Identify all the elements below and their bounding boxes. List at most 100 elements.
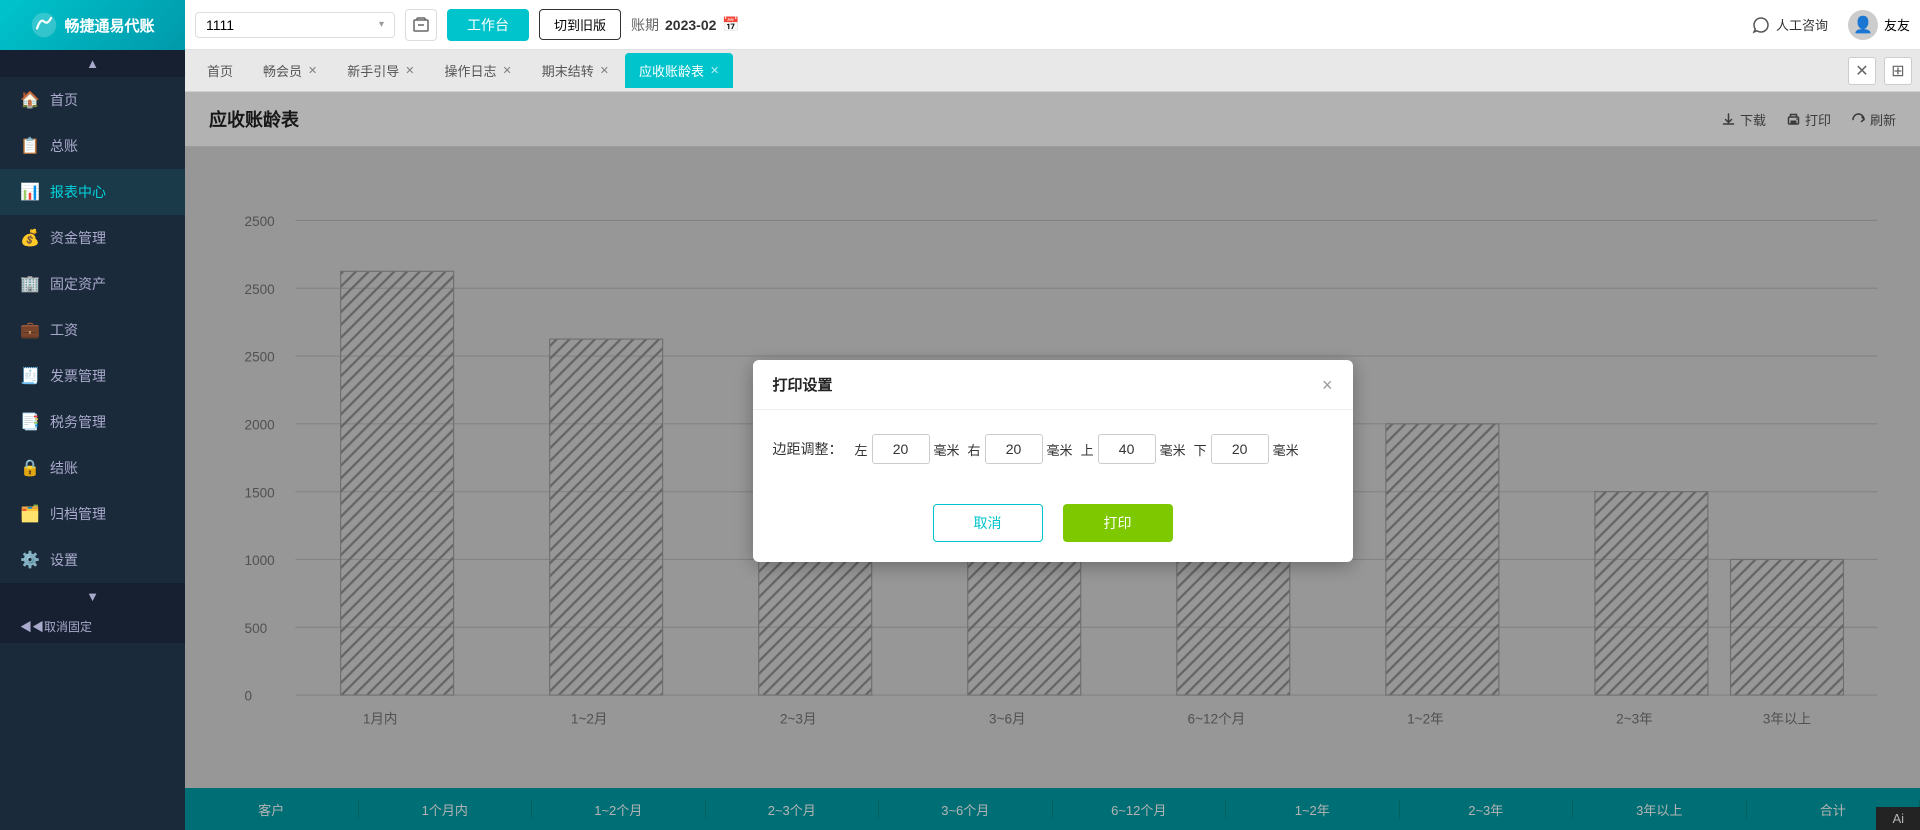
sidebar-label-funds: 资金管理 xyxy=(50,228,106,248)
right-label: 右 xyxy=(968,440,981,459)
tax-icon: 📑 xyxy=(20,412,40,432)
sidebar-label-archive: 归档管理 xyxy=(50,504,106,524)
tab-oplog[interactable]: 操作日志 ✕ xyxy=(430,53,525,88)
tab-guide[interactable]: 新手引导 ✕ xyxy=(333,53,428,88)
right-unit: 毫米 xyxy=(1047,440,1073,459)
calendar-icon[interactable]: 📅 xyxy=(722,16,739,33)
invoice-icon: 🧾 xyxy=(20,366,40,386)
tab-guide-label: 新手引导 xyxy=(347,61,399,80)
tab-ar-aging[interactable]: 应收账龄表 ✕ xyxy=(625,53,733,88)
dialog-header: 打印设置 × xyxy=(753,360,1353,410)
sidebar-label-payroll: 工资 xyxy=(50,320,78,340)
right-margin-group: 右 毫米 xyxy=(968,434,1073,464)
consult-button[interactable]: 人工咨询 xyxy=(1752,15,1828,34)
tab-ar-aging-close[interactable]: ✕ xyxy=(710,64,719,77)
tab-expand-button[interactable]: ⊞ xyxy=(1884,57,1912,85)
period-value: 2023-02 xyxy=(665,17,716,33)
page-content: 应收账龄表 下载 xyxy=(185,92,1920,830)
left-margin-group: 左 毫米 xyxy=(855,434,960,464)
sidebar-collapse-button[interactable]: ◀◀取消固定 xyxy=(0,610,185,643)
sidebar-item-payroll[interactable]: 💼 工资 xyxy=(0,307,185,353)
tab-home-label: 首页 xyxy=(207,61,233,80)
reports-icon: 📊 xyxy=(20,182,40,202)
sidebar-item-tax[interactable]: 📑 税务管理 xyxy=(0,399,185,445)
sidebar-item-home[interactable]: 🏠 首页 xyxy=(0,77,185,123)
workbench-button[interactable]: 工作台 xyxy=(447,9,529,41)
bottom-margin-input[interactable] xyxy=(1211,434,1269,464)
dialog-overlay: 打印设置 × 边距调整： 左 毫米 右 xyxy=(185,92,1920,830)
sidebar-item-funds[interactable]: 💰 资金管理 xyxy=(0,215,185,261)
scroll-down-button[interactable]: ▼ xyxy=(0,583,185,610)
tab-oplog-close[interactable]: ✕ xyxy=(503,64,512,77)
company-name: 1111 xyxy=(206,17,371,33)
tab-home[interactable]: 首页 xyxy=(193,53,247,88)
sidebar-item-invoice[interactable]: 🧾 发票管理 xyxy=(0,353,185,399)
tab-period-end-close[interactable]: ✕ xyxy=(600,64,609,77)
assets-icon: 🏢 xyxy=(20,274,40,294)
top-margin-input[interactable] xyxy=(1098,434,1156,464)
tab-period-end[interactable]: 期末结转 ✕ xyxy=(528,53,623,88)
tab-member-label: 畅会员 xyxy=(263,61,302,80)
sidebar-label-home: 首页 xyxy=(50,90,78,110)
settings-icon: ⚙️ xyxy=(20,550,40,570)
payroll-icon: 💼 xyxy=(20,320,40,340)
margin-label: 边距调整： xyxy=(773,439,843,459)
funds-icon: 💰 xyxy=(20,228,40,248)
archive-sidebar-icon: 🗂️ xyxy=(20,504,40,524)
dialog-close-button[interactable]: × xyxy=(1322,376,1333,394)
closing-icon: 🔒 xyxy=(20,458,40,478)
tab-period-end-label: 期末结转 xyxy=(542,61,594,80)
logo: 畅捷通易代账 xyxy=(0,0,185,50)
top-unit: 毫米 xyxy=(1160,440,1186,459)
sidebar-item-closing[interactable]: 🔒 结账 xyxy=(0,445,185,491)
archive-icon[interactable] xyxy=(405,9,437,41)
user-area[interactable]: 👤 友友 xyxy=(1848,10,1910,40)
home-icon: 🏠 xyxy=(20,90,40,110)
tabs-bar: 首页 畅会员 ✕ 新手引导 ✕ 操作日志 ✕ 期末结转 ✕ 应收账龄表 ✕ xyxy=(185,50,1920,92)
user-label: 友友 xyxy=(1884,15,1910,34)
bottom-unit: 毫米 xyxy=(1273,440,1299,459)
top-label: 上 xyxy=(1081,440,1094,459)
consult-label: 人工咨询 xyxy=(1776,15,1828,34)
tab-guide-close[interactable]: ✕ xyxy=(405,64,414,77)
sidebar-item-settings[interactable]: ⚙️ 设置 xyxy=(0,537,185,583)
sidebar-collapse-label: ◀◀取消固定 xyxy=(20,618,92,635)
company-selector[interactable]: 1111 ▾ xyxy=(195,12,395,38)
bottom-margin-group: 下 毫米 xyxy=(1194,434,1299,464)
tab-oplog-label: 操作日志 xyxy=(444,61,496,80)
bottom-label: 下 xyxy=(1194,440,1207,459)
ledger-icon: 📋 xyxy=(20,136,40,156)
sidebar: ▲ 🏠 首页 📋 总账 📊 报表中心 💰 资金管理 🏢 固定资产 💼 工资 🧾 … xyxy=(0,50,185,830)
confirm-print-button[interactable]: 打印 xyxy=(1063,504,1173,542)
left-label: 左 xyxy=(855,440,868,459)
sidebar-item-reports[interactable]: 📊 报表中心 xyxy=(0,169,185,215)
cancel-button[interactable]: 取消 xyxy=(933,504,1043,542)
sidebar-label-tax: 税务管理 xyxy=(50,412,106,432)
period-label: 账期 xyxy=(631,15,659,35)
tab-member[interactable]: 畅会员 ✕ xyxy=(249,53,331,88)
scroll-up-button[interactable]: ▲ xyxy=(0,50,185,77)
sidebar-label-ledger: 总账 xyxy=(50,136,78,156)
tab-close-all-button[interactable]: ✕ xyxy=(1848,57,1876,85)
sidebar-item-ledger[interactable]: 📋 总账 xyxy=(0,123,185,169)
dialog-footer: 取消 打印 xyxy=(753,488,1353,562)
left-margin-input[interactable] xyxy=(872,434,930,464)
sidebar-label-assets: 固定资产 xyxy=(50,274,106,294)
dialog-body: 边距调整： 左 毫米 右 毫米 xyxy=(753,410,1353,488)
switch-old-button[interactable]: 切到旧版 xyxy=(539,9,621,40)
tab-member-close[interactable]: ✕ xyxy=(308,64,317,77)
chevron-down-icon: ▾ xyxy=(379,19,384,30)
sidebar-label-closing: 结账 xyxy=(50,458,78,478)
top-margin-group: 上 毫米 xyxy=(1081,434,1186,464)
sidebar-label-reports: 报表中心 xyxy=(50,182,106,202)
dialog-title: 打印设置 xyxy=(773,374,833,395)
print-settings-dialog: 打印设置 × 边距调整： 左 毫米 右 xyxy=(753,360,1353,562)
avatar: 👤 xyxy=(1848,10,1878,40)
right-margin-input[interactable] xyxy=(985,434,1043,464)
left-unit: 毫米 xyxy=(934,440,960,459)
tab-ar-aging-label: 应收账龄表 xyxy=(639,61,704,80)
sidebar-item-assets[interactable]: 🏢 固定资产 xyxy=(0,261,185,307)
sidebar-item-archive[interactable]: 🗂️ 归档管理 xyxy=(0,491,185,537)
sidebar-label-invoice: 发票管理 xyxy=(50,366,106,386)
sidebar-label-settings: 设置 xyxy=(50,550,78,570)
